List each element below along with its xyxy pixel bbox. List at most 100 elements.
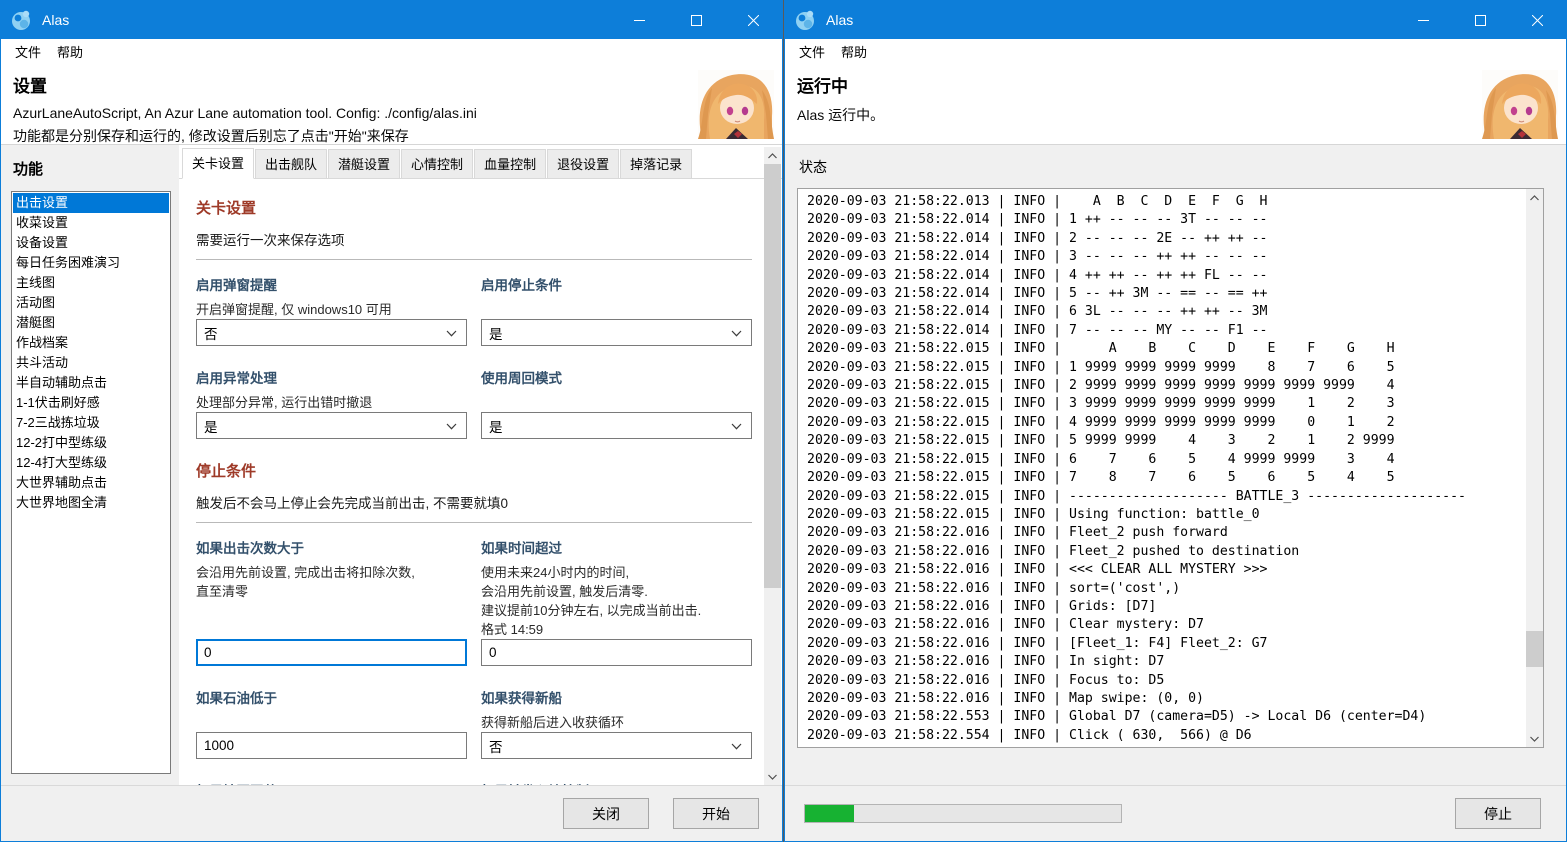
log-line: 2020-09-03 21:58:22.015 | INFO | Using f… — [807, 506, 1523, 524]
log-line: 2020-09-03 21:58:22.014 | INFO | 1 ++ --… — [807, 211, 1523, 229]
scroll-down-icon[interactable] — [764, 768, 781, 785]
sidebar-item[interactable]: 作战档案 — [13, 333, 169, 353]
log-scrollbar[interactable] — [1526, 189, 1543, 747]
sidebar-item[interactable]: 半自动辅助点击 — [13, 373, 169, 393]
log-line: 2020-09-03 21:58:22.014 | INFO | 5 -- ++… — [807, 285, 1523, 303]
field-desc: 格式 14:59 — [481, 620, 752, 639]
field-label: 启用弹窗提醒 — [196, 274, 467, 294]
menu-item-file[interactable]: 文件 — [791, 39, 833, 64]
field: 启用弹窗提醒开启弹窗提醒, 仅 windows10 可用否 — [196, 274, 467, 346]
dropdown[interactable]: 是 — [481, 319, 752, 346]
sidebar-item[interactable]: 12-2打中型练级 — [13, 433, 169, 453]
sidebar-item[interactable]: 12-4打大型练级 — [13, 453, 169, 473]
log-line: 2020-09-03 21:58:22.015 | INFO | 2 9999 … — [807, 377, 1523, 395]
settings-window: Alas 文件帮助 设置 AzurLaneAutoScript, An Azur… — [0, 0, 783, 842]
scrollbar-thumb[interactable] — [1526, 631, 1543, 667]
sidebar-item[interactable]: 1-1伏击刷好感 — [13, 393, 169, 413]
scroll-up-icon[interactable] — [1526, 189, 1543, 206]
field-row: 如果出击次数大于会沿用先前设置, 完成出击将扣除次数,直至清零0如果时间超过使用… — [196, 537, 752, 666]
scroll-up-icon[interactable] — [764, 147, 781, 164]
field-label: 如果出击次数大于 — [196, 537, 467, 557]
log-line: 2020-09-03 21:58:22.014 | INFO | 4 ++ ++… — [807, 267, 1523, 285]
divider — [196, 522, 752, 523]
tab[interactable]: 血量控制 — [474, 149, 546, 178]
sidebar-item[interactable]: 7-2三战拣垃圾 — [13, 413, 169, 433]
tab[interactable]: 心情控制 — [401, 149, 473, 178]
minimize-button[interactable] — [611, 1, 668, 39]
log-line: 2020-09-03 21:58:22.016 | INFO | <<< CLE… — [807, 561, 1523, 579]
field-desc: 开启弹窗提醒, 仅 windows10 可用 — [196, 300, 467, 319]
log-line: 2020-09-03 21:58:22.014 | INFO | 6 3L --… — [807, 303, 1523, 321]
dropdown[interactable]: 否 — [196, 319, 467, 346]
log-line: 2020-09-03 21:58:22.016 | INFO | Clear m… — [807, 616, 1523, 634]
app-logo-icon — [11, 9, 33, 31]
dropdown[interactable]: 是 — [196, 412, 467, 439]
dropdown[interactable]: 是 — [481, 412, 752, 439]
log-output[interactable]: 2020-09-03 21:58:22.013 | INFO | A B C D… — [797, 188, 1544, 748]
section-subtitle: 触发后不会马上停止会先完成当前出击, 不需要就填0 — [196, 492, 752, 512]
tab[interactable]: 掉落记录 — [620, 149, 692, 178]
field-label: 如果时间超过 — [481, 537, 752, 557]
dropdown-value: 是 — [489, 323, 503, 343]
menu-item-help[interactable]: 帮助 — [833, 39, 875, 64]
window-title: Alas — [826, 12, 853, 28]
sidebar-item[interactable]: 大世界辅助点击 — [13, 473, 169, 493]
sidebar-item[interactable]: 每日任务困难演习 — [13, 253, 169, 273]
text-input[interactable]: 0 — [196, 639, 467, 666]
field: 如果出击次数大于会沿用先前设置, 完成出击将扣除次数,直至清零0 — [196, 537, 467, 666]
sidebar-item[interactable]: 共斗活动 — [13, 353, 169, 373]
log-line: 2020-09-03 21:58:22.553 | INFO | Global … — [807, 708, 1523, 726]
sidebar-item[interactable]: 大世界地图全清 — [13, 493, 169, 513]
tab[interactable]: 退役设置 — [547, 149, 619, 178]
content-scrollbar[interactable] — [764, 147, 781, 785]
field-desc: 会沿用先前设置, 触发后清零. — [481, 582, 752, 601]
settings-form: 关卡设置需要运行一次来保存选项启用弹窗提醒开启弹窗提醒, 仅 windows10… — [179, 179, 782, 785]
menu-item-file[interactable]: 文件 — [7, 39, 49, 64]
section-title: 关卡设置 — [196, 197, 752, 218]
sidebar-title: 功能 — [13, 158, 171, 179]
sidebar-item[interactable]: 活动图 — [13, 293, 169, 313]
dropdown-value: 否 — [489, 736, 503, 756]
settings-content: 关卡设置出击舰队潜艇设置心情控制血量控制退役设置掉落记录 关卡设置需要运行一次来… — [179, 145, 782, 785]
sidebar-item[interactable]: 收菜设置 — [13, 213, 169, 233]
close-button[interactable] — [1509, 1, 1566, 39]
start-button[interactable]: 开始 — [673, 798, 759, 829]
dropdown-value: 是 — [489, 416, 503, 436]
field: 如果获得新船获得新船后进入收获循环否 — [481, 687, 752, 759]
field-row: 如果石油低于1000如果获得新船获得新船后进入收获循环否 — [196, 687, 752, 759]
tab[interactable]: 潜艇设置 — [328, 149, 400, 178]
close-button[interactable] — [725, 1, 782, 39]
dropdown[interactable]: 否 — [481, 732, 752, 759]
log-line: 2020-09-03 21:58:22.015 | INFO | 4 9999 … — [807, 414, 1523, 432]
sidebar-item[interactable]: 设备设置 — [13, 233, 169, 253]
tab[interactable]: 出击舰队 — [255, 149, 327, 178]
status-label: 状态 — [799, 157, 1544, 177]
chevron-down-icon — [446, 325, 457, 340]
log-line: 2020-09-03 21:58:22.016 | INFO | Grids: … — [807, 598, 1523, 616]
sidebar-item[interactable]: 潜艇图 — [13, 313, 169, 333]
tab[interactable]: 关卡设置 — [182, 148, 254, 179]
function-list[interactable]: 出击设置收菜设置设备设置每日任务困难演习主线图活动图潜艇图作战档案共斗活动半自动… — [11, 191, 171, 774]
dropdown-value: 否 — [204, 323, 218, 343]
close-window-button[interactable]: 关闭 — [563, 798, 649, 829]
settings-header: 设置 AzurLaneAutoScript, An Azur Lane auto… — [1, 64, 782, 145]
maximize-button[interactable] — [668, 1, 725, 39]
maximize-button[interactable] — [1452, 1, 1509, 39]
stop-button[interactable]: 停止 — [1455, 798, 1541, 829]
log-line: 2020-09-03 21:58:22.016 | INFO | [Fleet_… — [807, 635, 1523, 653]
sidebar-item[interactable]: 主线图 — [13, 273, 169, 293]
text-input[interactable]: 1000 — [196, 732, 467, 759]
field-desc: 直至清零 — [196, 582, 467, 601]
field: 如果地图开荒 — [196, 780, 467, 785]
text-input[interactable]: 0 — [481, 639, 752, 666]
menu-item-help[interactable]: 帮助 — [49, 39, 91, 64]
progress-fill — [805, 805, 854, 822]
sidebar-item[interactable]: 出击设置 — [13, 193, 169, 213]
scrollbar-thumb[interactable] — [764, 164, 781, 588]
minimize-button[interactable] — [1395, 1, 1452, 39]
titlebar[interactable]: Alas — [785, 1, 1566, 39]
titlebar[interactable]: Alas — [1, 1, 782, 39]
status-area: 状态 2020-09-03 21:58:22.013 | INFO | A B … — [785, 145, 1566, 785]
avatar — [1482, 70, 1558, 139]
scroll-down-icon[interactable] — [1526, 730, 1543, 747]
